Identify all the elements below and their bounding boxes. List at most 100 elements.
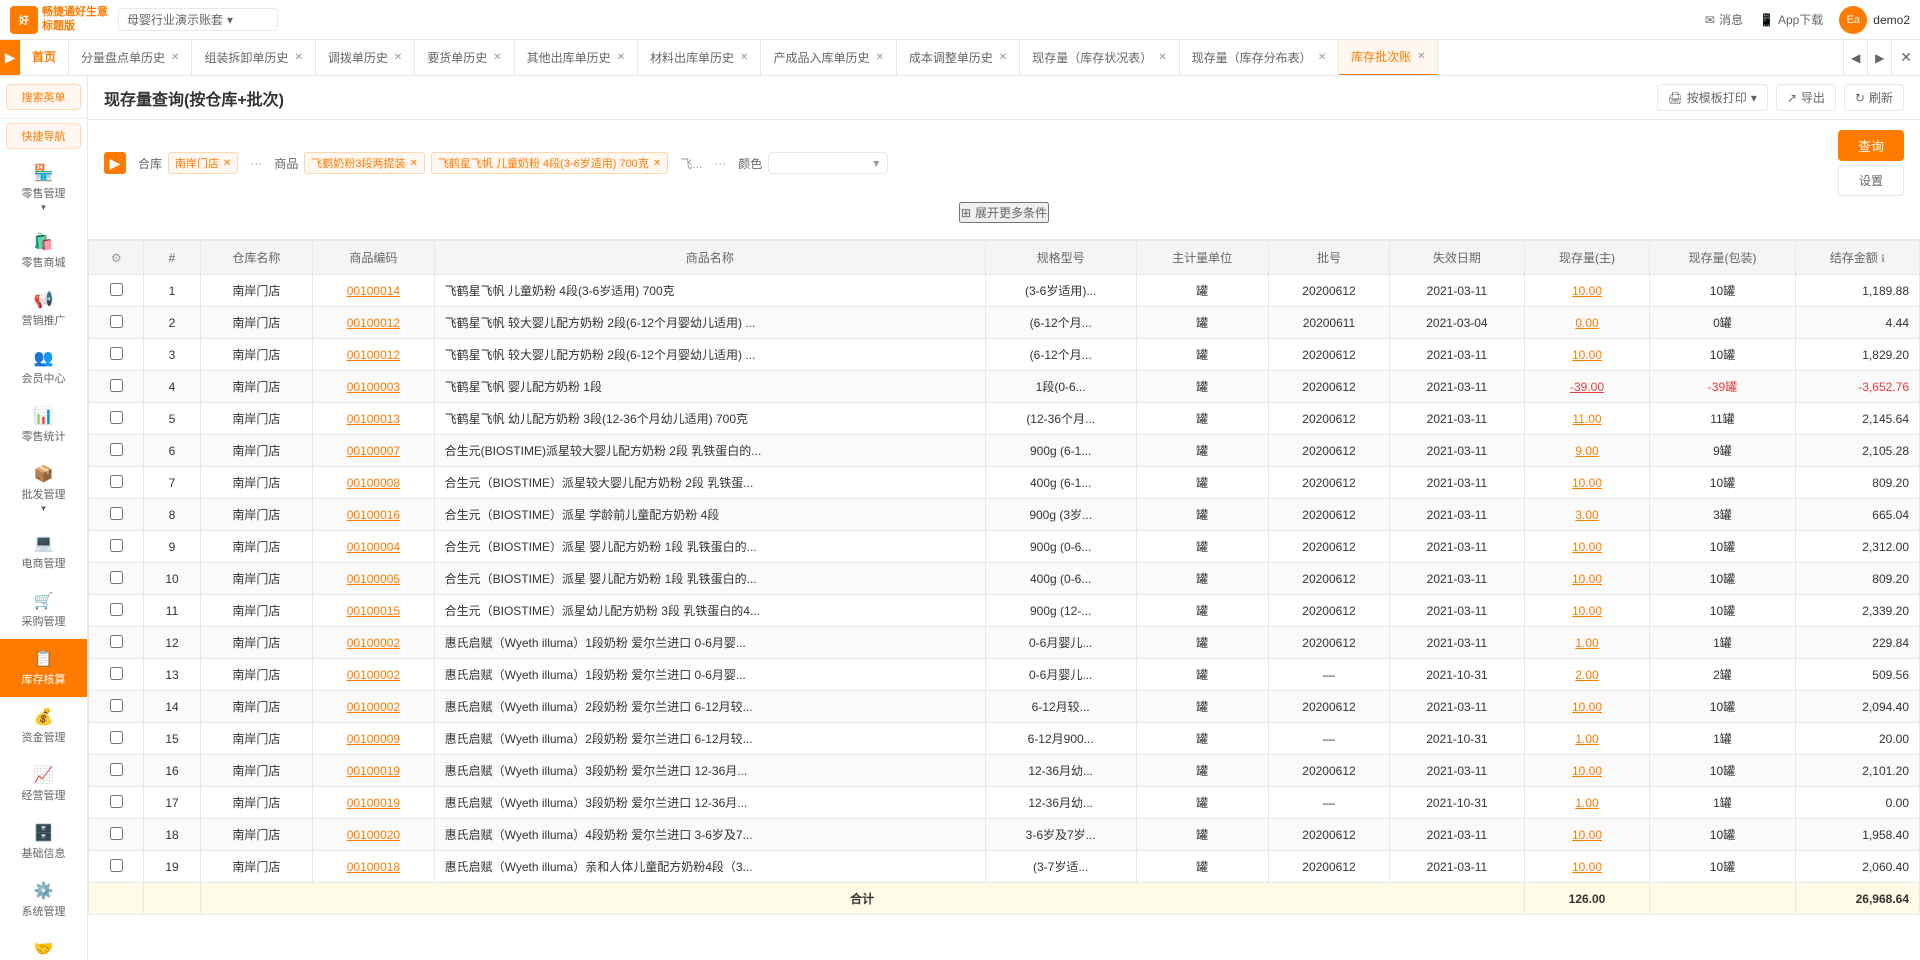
row-checkbox[interactable]	[110, 827, 123, 840]
warehouse-tag-close-icon[interactable]: ✕	[223, 158, 231, 169]
tab-disassemble-close-icon[interactable]: ✕	[294, 52, 302, 63]
query-btn[interactable]: 查询	[1838, 130, 1904, 161]
expand-conditions-btn[interactable]: ⊞ 展开更多条件	[959, 202, 1049, 223]
row-checkbox[interactable]	[110, 379, 123, 392]
row-checkbox[interactable]	[110, 475, 123, 488]
row-checkbox[interactable]	[110, 603, 123, 616]
tab-distribute-close-icon[interactable]: ✕	[171, 52, 179, 63]
cell-checkbox[interactable]	[89, 659, 144, 691]
sidebar-item-sys-mgmt[interactable]: ⚙️ 系统管理	[0, 871, 87, 929]
sidebar-item-ops-mgmt[interactable]: 📈 经营管理	[0, 755, 87, 813]
row-checkbox[interactable]	[110, 731, 123, 744]
cell-checkbox[interactable]	[89, 371, 144, 403]
cell-checkbox[interactable]	[89, 499, 144, 531]
tab-cost-adjust[interactable]: 成本调整单历史 ✕	[897, 40, 1020, 76]
settings-column-icon[interactable]: ⚙	[111, 251, 122, 265]
cell-checkbox[interactable]	[89, 275, 144, 307]
row-checkbox[interactable]	[110, 699, 123, 712]
tab-requisition[interactable]: 要货单历史 ✕	[415, 40, 514, 76]
cell-checkbox[interactable]	[89, 403, 144, 435]
row-checkbox[interactable]	[110, 411, 123, 424]
sidebar-item-member-center[interactable]: 👥 会员中心	[0, 338, 87, 396]
tab-material-out[interactable]: 材料出库单历史 ✕	[638, 40, 761, 76]
tab-stock-dist[interactable]: 现存量（库存分布表） ✕	[1180, 40, 1339, 76]
settings-btn[interactable]: 设置	[1838, 165, 1904, 196]
cell-checkbox[interactable]	[89, 627, 144, 659]
row-checkbox[interactable]	[110, 571, 123, 584]
row-checkbox[interactable]	[110, 795, 123, 808]
tab-material-out-close-icon[interactable]: ✕	[740, 52, 748, 63]
row-checkbox[interactable]	[110, 539, 123, 552]
tab-disassemble[interactable]: 组装拆卸单历史 ✕	[192, 40, 315, 76]
tab-batch-voucher[interactable]: 库存批次账 ✕	[1339, 40, 1438, 76]
cell-checkbox[interactable]	[89, 531, 144, 563]
color-filter-input[interactable]: ▾	[768, 152, 888, 174]
tab-other-out-close-icon[interactable]: ✕	[617, 52, 625, 63]
cell-checkbox[interactable]	[89, 787, 144, 819]
sidebar-item-ecommerce-mgmt[interactable]: 💻 电商管理	[0, 523, 87, 581]
sidebar-item-marketing[interactable]: 📢 营销推广	[0, 280, 87, 338]
tab-mix[interactable]: 调拨单历史 ✕	[316, 40, 415, 76]
tab-batch-voucher-close-icon[interactable]: ✕	[1417, 51, 1425, 62]
cell-checkbox[interactable]	[89, 851, 144, 883]
cell-checkbox[interactable]	[89, 755, 144, 787]
tab-arrow-left[interactable]: ◀	[1843, 40, 1867, 76]
org-selector[interactable]: 母婴行业演示账套 ▾	[118, 8, 278, 31]
cell-checkbox[interactable]	[89, 339, 144, 371]
row-checkbox[interactable]	[110, 283, 123, 296]
cell-checkbox[interactable]	[89, 595, 144, 627]
tab-distribute[interactable]: 分量盘点单历史 ✕	[69, 40, 192, 76]
row-checkbox[interactable]	[110, 315, 123, 328]
message-btn[interactable]: ✉ 消息	[1705, 11, 1743, 28]
cell-checkbox[interactable]	[89, 563, 144, 595]
cell-checkbox[interactable]	[89, 307, 144, 339]
tab-home[interactable]: 首页	[20, 40, 69, 76]
tab-stock-status-close-icon[interactable]: ✕	[1158, 52, 1166, 63]
sidebar-item-stock-check[interactable]: 📋 库存核算	[0, 639, 87, 697]
tab-mix-close-icon[interactable]: ✕	[394, 52, 402, 63]
tab-requisition-close-icon[interactable]: ✕	[493, 52, 501, 63]
sidebar-search-btn[interactable]: 搜索英单	[6, 84, 81, 110]
tab-stock-dist-close-icon[interactable]: ✕	[1318, 52, 1326, 63]
product-ellipsis-icon[interactable]: ···	[714, 156, 726, 170]
product-tag-0-close-icon[interactable]: ✕	[410, 158, 418, 169]
filter-expand-arrow-btn[interactable]: ▶	[104, 152, 126, 174]
product-more-icon[interactable]: 飞...	[680, 155, 702, 172]
sidebar-item-finance-mgmt[interactable]: 💰 资金管理	[0, 697, 87, 755]
tab-stock-status[interactable]: 现存量（库存状况表） ✕	[1020, 40, 1179, 76]
sidebar-item-retail-mgmt[interactable]: 🏪 零售管理 ▼	[0, 153, 87, 222]
tab-nav-expand-btn[interactable]: ▶	[0, 40, 20, 76]
product-tag-1-close-icon[interactable]: ✕	[653, 158, 661, 169]
sidebar-item-retail-stats[interactable]: 📊 零售统计	[0, 396, 87, 454]
row-checkbox[interactable]	[110, 763, 123, 776]
sidebar-item-wholesale-mgmt[interactable]: 📦 批发管理 ▼	[0, 454, 87, 523]
row-checkbox[interactable]	[110, 859, 123, 872]
tab-product-in-close-icon[interactable]: ✕	[875, 52, 883, 63]
cell-checkbox[interactable]	[89, 467, 144, 499]
row-checkbox[interactable]	[110, 347, 123, 360]
tab-product-in[interactable]: 产成品入库单历史 ✕	[761, 40, 896, 76]
tab-arrow-right[interactable]: ▶	[1867, 40, 1891, 76]
th-settings[interactable]: ⚙	[89, 241, 144, 275]
tab-cost-adjust-close-icon[interactable]: ✕	[999, 52, 1007, 63]
sidebar-nav-btn[interactable]: 快捷导航	[6, 123, 81, 149]
export-btn[interactable]: ↗ 导出	[1776, 84, 1836, 111]
row-checkbox[interactable]	[110, 667, 123, 680]
balance-info-icon[interactable]: ℹ	[1881, 254, 1885, 265]
row-checkbox[interactable]	[110, 507, 123, 520]
app-download-btn[interactable]: 📱 App下载	[1759, 11, 1823, 28]
user-name[interactable]: demo2	[1873, 13, 1910, 27]
warehouse-more-icon[interactable]: ···	[250, 156, 262, 170]
refresh-btn[interactable]: ↻ 刷新	[1844, 84, 1904, 111]
row-checkbox[interactable]	[110, 635, 123, 648]
cell-checkbox[interactable]	[89, 723, 144, 755]
row-checkbox[interactable]	[110, 443, 123, 456]
sidebar-item-enterprise-collab[interactable]: 🤝 企业协同	[0, 929, 87, 960]
sidebar-item-purchase-mgmt[interactable]: 🛒 采购管理	[0, 581, 87, 639]
sidebar-item-base-info[interactable]: 🗄️ 基础信息	[0, 813, 87, 871]
tab-close-all-btn[interactable]: ✕	[1891, 40, 1920, 76]
cell-checkbox[interactable]	[89, 691, 144, 723]
tab-other-out[interactable]: 其他出库单历史 ✕	[515, 40, 638, 76]
cell-checkbox[interactable]	[89, 435, 144, 467]
user-area[interactable]: Ea demo2	[1839, 6, 1910, 34]
